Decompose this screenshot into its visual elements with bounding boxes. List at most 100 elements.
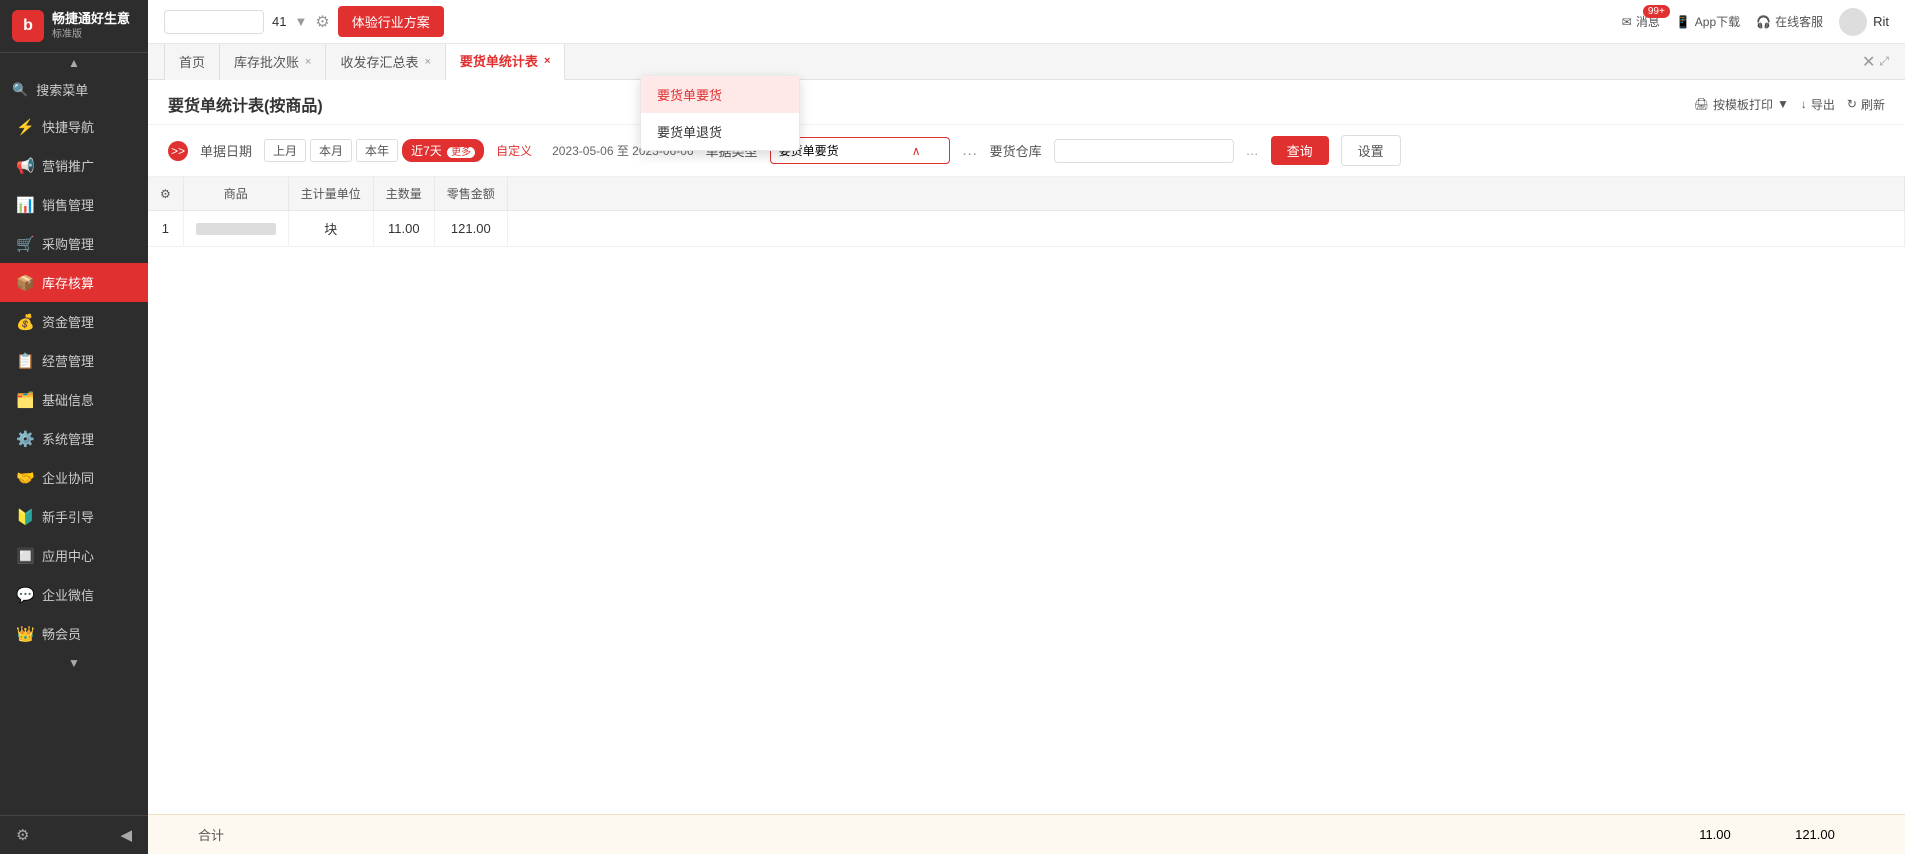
- date-btn-this-year[interactable]: 本年: [356, 139, 398, 162]
- online-service-icon: 🎧: [1756, 15, 1771, 29]
- export-btn[interactable]: ↓ 导出: [1801, 96, 1835, 113]
- operation-icon: 📋: [16, 352, 34, 370]
- expand-icon: ⤢: [1879, 54, 1889, 69]
- export-label: 导出: [1811, 96, 1835, 113]
- more-badge: 更多: [447, 147, 475, 158]
- date-buttons: 上月 本月 本年 近7天 更多 自定义: [264, 139, 540, 162]
- sidebar-item-label: 企业协同: [42, 468, 94, 487]
- sidebar-item-apps[interactable]: 🔲 应用中心: [0, 536, 148, 575]
- basic-icon: 🗂️: [16, 391, 34, 409]
- sidebar-item-enterprise[interactable]: 🤝 企业协同: [0, 458, 148, 497]
- sidebar-item-operation[interactable]: 📋 经营管理: [0, 341, 148, 380]
- sidebar-logo: b 畅捷通好生意 标准版: [0, 0, 148, 53]
- tabs-bar: 首页 库存批次账 × 收发存汇总表 × 要货单统计表 × ✕ ⤢: [148, 44, 1905, 80]
- sidebar-item-system[interactable]: ⚙️ 系统管理: [0, 419, 148, 458]
- row-quantity: 11.00: [373, 211, 434, 247]
- sidebar-item-purchase[interactable]: 🛒 采购管理: [0, 224, 148, 263]
- sidebar-search-label: 搜索菜单: [36, 80, 88, 99]
- topbar-settings-icon[interactable]: ⚙: [315, 12, 329, 32]
- footer-label: 合计: [168, 825, 224, 844]
- table-header-row: ⚙ 商品 主计量单位 主数量 零售金额: [148, 177, 1905, 211]
- inventory-icon: 📦: [16, 274, 34, 292]
- date-btn-last-month[interactable]: 上月: [264, 139, 306, 162]
- topbar-right: ✉ 消息 99+ 📱 App下载 🎧 在线客服 Rit: [1622, 8, 1889, 36]
- sidebar-item-label: 快捷导航: [42, 117, 94, 136]
- app-download-btn[interactable]: 📱 App下载: [1676, 13, 1740, 30]
- tab-order-stats[interactable]: 要货单统计表 ×: [446, 44, 565, 80]
- query-btn[interactable]: 查询: [1271, 136, 1329, 165]
- export-icon: ↓: [1801, 97, 1807, 111]
- industry-btn[interactable]: 体验行业方案: [338, 6, 444, 37]
- sidebar-item-inventory[interactable]: 📦 库存核算: [0, 263, 148, 302]
- product-name: [196, 223, 276, 235]
- refresh-label: 刷新: [1861, 96, 1885, 113]
- tab-receive-summary-close[interactable]: ×: [424, 56, 430, 68]
- tab-order-stats-close[interactable]: ×: [544, 55, 550, 67]
- sidebar-item-label: 库存核算: [42, 273, 94, 292]
- filter-expand-btn[interactable]: >>: [168, 141, 188, 161]
- sidebar-collapse-icon[interactable]: ◀: [120, 826, 132, 844]
- dropdown-item-return[interactable]: 要货单退货: [641, 113, 799, 150]
- online-service-label: 在线客服: [1775, 13, 1823, 30]
- sidebar-item-quick-nav[interactable]: ⚡ 快捷导航: [0, 107, 148, 146]
- tab-close-all[interactable]: ✕ ⤢: [1862, 52, 1889, 72]
- footer-quantity: 11.00: [1665, 827, 1765, 842]
- topbar-number: 41: [272, 14, 286, 29]
- date-btn-this-month[interactable]: 本月: [310, 139, 352, 162]
- sidebar-item-finance[interactable]: 💰 资金管理: [0, 302, 148, 341]
- table-row: 1 块 11.00 121.00: [148, 211, 1905, 247]
- sidebar-search[interactable]: 🔍 搜索菜单: [0, 72, 148, 107]
- topbar-dropdown-arrow[interactable]: ▼: [294, 14, 307, 29]
- sidebar: b 畅捷通好生意 标准版 ▲ 🔍 搜索菜单 ⚡ 快捷导航 📢 营销推广 📊 销售…: [0, 0, 148, 854]
- topbar-input[interactable]: [164, 10, 264, 34]
- sidebar-item-marketing[interactable]: 📢 营销推广: [0, 146, 148, 185]
- sidebar-settings-icon[interactable]: ⚙: [16, 826, 29, 844]
- online-service-btn[interactable]: 🎧 在线客服: [1756, 13, 1823, 30]
- tab-inventory-batch-close[interactable]: ×: [305, 56, 311, 68]
- logo-icon: b: [12, 10, 44, 42]
- tab-home[interactable]: 首页: [164, 44, 220, 80]
- filter-settings-btn[interactable]: 设置: [1341, 135, 1401, 166]
- user-name: Rit: [1873, 14, 1889, 29]
- dropdown-item-order[interactable]: 要货单要货: [641, 80, 799, 113]
- sidebar-item-member[interactable]: 👑 畅会员: [0, 614, 148, 653]
- enterprise-icon: 🤝: [16, 469, 34, 487]
- topbar: 41 ▼ ⚙ 体验行业方案 ✉ 消息 99+ 📱 App下载 🎧 在线客服 Ri…: [148, 0, 1905, 44]
- print-btn[interactable]: 🖨 按模板打印 ▼: [1694, 96, 1789, 113]
- member-icon: 👑: [16, 625, 34, 643]
- sidebar-scroll: ▲ 🔍 搜索菜单 ⚡ 快捷导航 📢 营销推广 📊 销售管理 🛒 采购管理 📦 库…: [0, 53, 148, 815]
- sidebar-item-weixin[interactable]: 💬 企业微信: [0, 575, 148, 614]
- logo-sub: 标准版: [52, 28, 130, 41]
- date-btn-7days[interactable]: 近7天 更多: [402, 139, 484, 162]
- warehouse-more-icon[interactable]: …: [1246, 143, 1259, 158]
- warehouse-input[interactable]: [1054, 139, 1234, 163]
- main-area: 41 ▼ ⚙ 体验行业方案 ✉ 消息 99+ 📱 App下载 🎧 在线客服 Ri…: [148, 0, 1905, 854]
- tab-receive-summary[interactable]: 收发存汇总表 ×: [326, 44, 445, 80]
- sidebar-item-label: 采购管理: [42, 234, 94, 253]
- tab-order-stats-label: 要货单统计表: [460, 51, 538, 70]
- sidebar-item-guide[interactable]: 🔰 新手引导: [0, 497, 148, 536]
- sidebar-scroll-up[interactable]: ▲: [68, 56, 80, 70]
- footer-amount: 121.00: [1765, 827, 1865, 842]
- sidebar-item-sales[interactable]: 📊 销售管理: [0, 185, 148, 224]
- messages-btn[interactable]: ✉ 消息 99+: [1622, 13, 1660, 30]
- page-container: 要货单统计表(按商品) 🖨 按模板打印 ▼ ↓ 导出 ↻ 刷新: [148, 80, 1905, 854]
- page-actions: 🖨 按模板打印 ▼ ↓ 导出 ↻ 刷新: [1694, 96, 1885, 113]
- row-unit: 块: [288, 211, 373, 247]
- sidebar-item-label: 应用中心: [42, 546, 94, 565]
- sidebar-item-basic[interactable]: 🗂️ 基础信息: [0, 380, 148, 419]
- sidebar-item-label: 系统管理: [42, 429, 94, 448]
- col-settings[interactable]: ⚙: [148, 177, 183, 211]
- message-icon: ✉: [1622, 15, 1632, 29]
- date-custom-btn[interactable]: 自定义: [488, 140, 540, 161]
- sidebar-scroll-down[interactable]: ▼: [68, 656, 80, 670]
- filter-more-icon[interactable]: …: [962, 142, 978, 160]
- date-label: 单据日期: [200, 141, 252, 160]
- user-area[interactable]: Rit: [1839, 8, 1889, 36]
- refresh-btn[interactable]: ↻ 刷新: [1847, 96, 1885, 113]
- col-quantity: 主数量: [373, 177, 434, 211]
- messages-badge: 99+: [1643, 5, 1670, 18]
- tab-inventory-batch[interactable]: 库存批次账 ×: [220, 44, 326, 80]
- tab-receive-summary-label: 收发存汇总表: [340, 52, 418, 71]
- col-empty: [507, 177, 1904, 211]
